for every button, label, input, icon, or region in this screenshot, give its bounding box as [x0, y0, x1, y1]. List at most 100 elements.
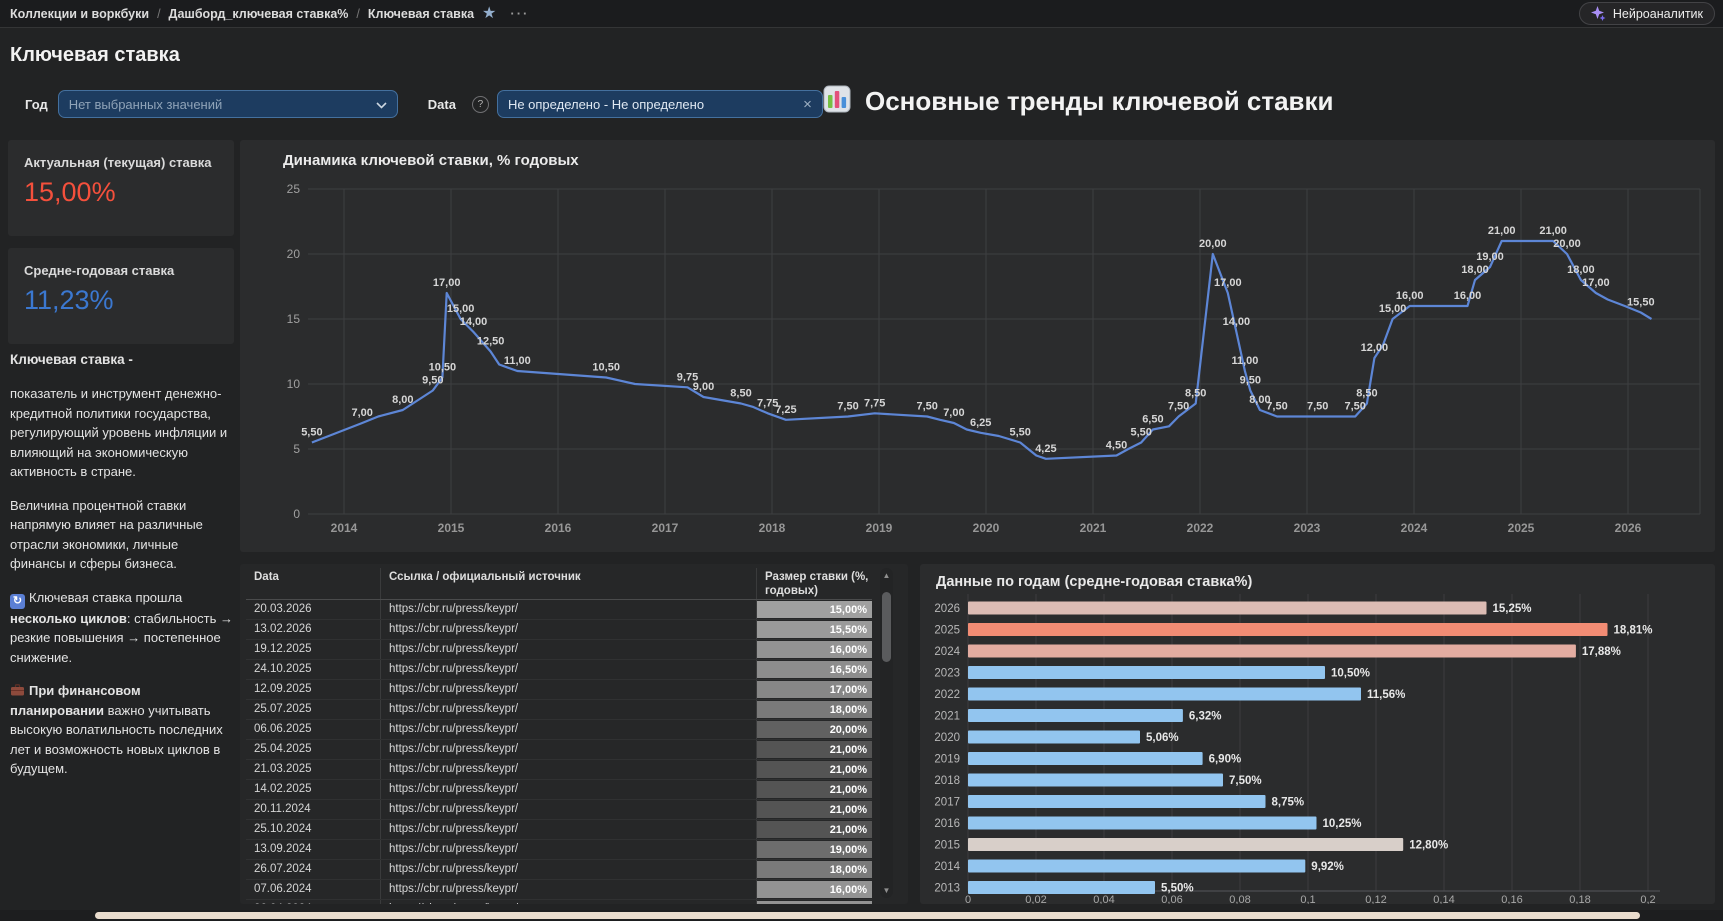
svg-text:2017: 2017 — [934, 797, 960, 809]
year-select[interactable]: Нет выбранных значений — [57, 90, 398, 118]
table-row: 25.07.2025 https://cbr.ru/press/keypr/18,… — [246, 700, 872, 720]
rates-table-panel: Data Ссылка / официальный источник Разме… — [240, 564, 908, 904]
source-link[interactable]: https://cbr.ru/press/keypr/ — [380, 620, 757, 639]
source-link[interactable]: https://cbr.ru/press/keypr/ — [380, 720, 757, 739]
rate-cell: 21,00% — [757, 800, 872, 819]
breadcrumb-item[interactable]: Дашборд_ключевая ставка% — [169, 7, 349, 21]
current-rate-card: Актуальная (текущая) ставка 15,00% — [8, 140, 234, 236]
source-link[interactable]: https://cbr.ru/press/keypr/ — [380, 600, 757, 619]
svg-text:2021: 2021 — [1080, 521, 1107, 535]
horizontal-scrollbar[interactable] — [0, 910, 1723, 921]
svg-text:2014: 2014 — [331, 521, 358, 535]
svg-text:6,90%: 6,90% — [1209, 754, 1242, 766]
neuro-analyst-button[interactable]: Нейроаналитик — [1578, 2, 1715, 25]
source-link[interactable]: https://cbr.ru/press/keypr/ — [380, 800, 757, 819]
bar-chart-title: Данные по годам (средне-годовая ставка%) — [936, 574, 1253, 590]
line-chart: 0 5 10 15 20 25 2014 2015 2016 2017 2018 2019 2020 20… — [240, 140, 1715, 557]
favorite-star-icon[interactable]: ★ — [482, 5, 496, 22]
horizontal-scrollbar-thumb[interactable] — [95, 912, 1640, 919]
svg-text:10: 10 — [287, 377, 301, 391]
bar-chart-svg: 0 0,02 0,04 0,06 0,08 0,1 0,12 0,14 0,16 0,18 0,2 2… — [934, 594, 1660, 906]
current-rate-value: 15,00% — [24, 177, 116, 207]
date-cell: 20.11.2024 — [254, 803, 311, 815]
svg-text:18,00: 18,00 — [1461, 264, 1489, 276]
svg-text:8,75%: 8,75% — [1272, 797, 1305, 809]
data-range-input[interactable]: Не определено - Не определено × — [496, 90, 823, 118]
year-select-value: Нет выбранных значений — [68, 96, 223, 112]
table-scrollbar[interactable]: ▲ ▼ — [880, 568, 893, 898]
svg-text:11,00: 11,00 — [1231, 355, 1258, 367]
clear-icon[interactable]: × — [803, 97, 812, 112]
table-row: 26.04.2024https://cbr.ru/press/keypr/16,… — [246, 900, 872, 904]
svg-text:7,75: 7,75 — [864, 397, 885, 409]
svg-text:11,00: 11,00 — [504, 355, 531, 367]
svg-text:21,00: 21,00 — [1488, 225, 1516, 237]
svg-text:7,50: 7,50 — [916, 401, 937, 413]
svg-text:17,00: 17,00 — [1582, 277, 1610, 289]
rate-cell: 21,00% — [757, 820, 872, 839]
column-header-source[interactable]: Ссылка / официальный источник — [380, 568, 757, 599]
breadcrumb-item[interactable]: Ключевая ставка — [368, 7, 474, 21]
average-rate-label: Средне-годовая ставка — [24, 263, 175, 278]
source-link[interactable]: https://cbr.ru/press/keypr/ — [380, 660, 757, 679]
source-link[interactable]: https://cbr.ru/press/keypr/ — [380, 740, 757, 759]
current-rate-label: Актуальная (текущая) ставка — [24, 155, 212, 170]
svg-text:2019: 2019 — [934, 754, 960, 766]
source-link[interactable]: https://cbr.ru/press/keypr/ — [380, 860, 757, 879]
svg-text:2022: 2022 — [1187, 521, 1214, 535]
more-menu-icon[interactable]: ··· — [510, 6, 529, 21]
scroll-down-icon[interactable]: ▼ — [880, 886, 893, 895]
sparkle-icon — [1590, 6, 1606, 21]
date-cell: 26.07.2024 — [254, 863, 312, 875]
svg-text:2026: 2026 — [934, 603, 960, 615]
svg-text:10,50: 10,50 — [429, 362, 457, 374]
source-link[interactable]: https://cbr.ru/press/keypr/ — [380, 700, 757, 719]
page-title: Ключевая ставка — [10, 44, 180, 66]
svg-text:2018: 2018 — [934, 775, 960, 787]
source-link[interactable]: https://cbr.ru/press/keypr/ — [380, 820, 757, 839]
svg-text:8,50: 8,50 — [1185, 388, 1206, 400]
source-link[interactable]: https://cbr.ru/press/keypr/ — [380, 640, 757, 659]
rate-cell: 16,00% — [757, 900, 872, 904]
svg-text:2016: 2016 — [934, 818, 960, 830]
svg-text:17,00: 17,00 — [433, 277, 461, 289]
svg-text:2023: 2023 — [1294, 521, 1321, 535]
help-icon[interactable]: ? — [471, 95, 489, 113]
svg-text:2022: 2022 — [934, 689, 960, 701]
date-cell: 21.03.2025 — [254, 763, 312, 775]
svg-text:21,00: 21,00 — [1539, 225, 1567, 237]
table-row: 12.09.2025 https://cbr.ru/press/keypr/17,… — [246, 680, 872, 700]
rate-cell: 16,50% — [757, 660, 872, 679]
source-link[interactable]: https://cbr.ru/press/keypr/ — [380, 900, 757, 904]
svg-text:7,50: 7,50 — [1266, 401, 1287, 413]
yearly-bar-chart-panel: Данные по годам (средне-годовая ставка%)… — [920, 564, 1715, 906]
line-chart-panel: Динамика ключевой ставки, % годовых 0 5 10… — [240, 140, 1715, 552]
source-link[interactable]: https://cbr.ru/press/keypr/ — [380, 760, 757, 779]
svg-text:25: 25 — [287, 182, 301, 196]
breadcrumb-item[interactable]: Коллекции и воркбуки — [10, 7, 149, 21]
scroll-up-icon[interactable]: ▲ — [880, 571, 893, 580]
svg-text:8,50: 8,50 — [1356, 388, 1377, 400]
breadcrumb: Коллекции и воркбуки / Дашборд_ключевая ст… — [10, 7, 474, 21]
date-cell: 19.12.2025 — [254, 643, 312, 655]
svg-text:15: 15 — [287, 312, 301, 326]
scrollbar-thumb[interactable] — [882, 592, 891, 662]
source-link[interactable]: https://cbr.ru/press/keypr/ — [380, 680, 757, 699]
svg-text:7,50: 7,50 — [837, 401, 858, 413]
column-header-rate[interactable]: Размер ставки (%, годовых) — [757, 568, 872, 599]
bar-chart-emoji-icon — [822, 84, 852, 119]
svg-text:15,00: 15,00 — [1379, 303, 1407, 315]
svg-text:5,50: 5,50 — [1009, 427, 1030, 439]
svg-text:4,25: 4,25 — [1035, 443, 1056, 455]
rate-cell: 18,00% — [757, 700, 872, 719]
svg-text:6,50: 6,50 — [1142, 414, 1163, 426]
source-link[interactable]: https://cbr.ru/press/keypr/ — [380, 880, 757, 899]
table-row: 21.03.2025 https://cbr.ru/press/keypr/21,… — [246, 760, 872, 780]
svg-text:2021: 2021 — [934, 711, 960, 723]
svg-text:9,50: 9,50 — [1240, 375, 1261, 387]
source-link[interactable]: https://cbr.ru/press/keypr/ — [380, 840, 757, 859]
column-header-date[interactable]: Data — [246, 568, 380, 599]
source-link[interactable]: https://cbr.ru/press/keypr/ — [380, 780, 757, 799]
rate-cell: 21,00% — [757, 780, 872, 799]
svg-text:2025: 2025 — [934, 625, 960, 637]
